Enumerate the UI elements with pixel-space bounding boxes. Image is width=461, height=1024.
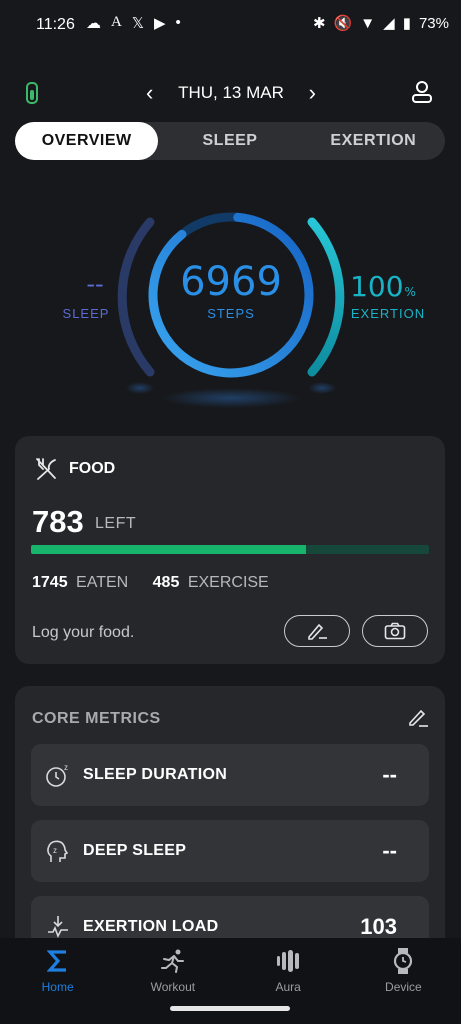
food-card[interactable]: FOOD 783 LEFT 1745 EATEN 485 EXERCISE Lo… [15,436,445,664]
exertion-value: 100% [350,270,416,303]
camera-icon [384,622,406,640]
exercise-label: EXERCISE [187,574,269,591]
nav-home[interactable]: Home [0,938,115,1024]
edit-icon[interactable] [407,706,429,728]
metric-label: DEEP SLEEP [83,842,187,859]
nav-label: Home [41,980,74,994]
manual-log-button[interactable] [284,615,350,647]
nav-workout[interactable]: Workout [115,938,230,1024]
workout-icon [160,949,184,973]
sleep-clock-icon: z [46,763,68,787]
food-cutlery-icon [36,458,56,480]
system-icons: ✱ 🔇 ▼ ◢ ▮ 73% [313,14,449,33]
exertion-unit: % [405,285,416,299]
sigma-icon [46,950,66,972]
exertion-arc [307,217,345,377]
food-progress-fill [31,545,306,554]
battery-icon: ▮ [402,15,411,32]
food-stats: 1745 EATEN 485 EXERCISE [32,574,269,592]
status-time: 11:26 [36,16,75,33]
tab-bar: OVERVIEW SLEEP EXERTION [15,122,445,160]
photo-log-button[interactable] [362,615,428,647]
steps-value: 6969 [180,259,282,305]
aura-icon [277,950,300,972]
chevron-right-icon[interactable]: › [309,80,316,106]
food-title: FOOD [69,460,116,477]
ring-glow-right [308,382,336,394]
sleep-label: SLEEP [63,306,110,321]
food-left-value: 783 [32,504,84,539]
a-icon: A [111,14,122,30]
header: ‹ THU, 13 MAR › [0,76,461,112]
nav-label: Device [385,980,422,994]
battery-percent: 73% [418,14,449,32]
core-metrics-title: CORE METRICS [32,710,161,727]
pencil-log-icon [308,623,327,640]
dot-icon: • [175,14,181,31]
metric-deep-sleep[interactable]: z DEEP SLEEP -- [31,820,429,882]
bottom-nav: Home Workout Aura Device [0,938,461,1024]
eaten-label: EATEN [76,574,129,591]
nav-aura[interactable]: Aura [231,938,346,1024]
nav-device[interactable]: Device [346,938,461,1024]
metric-label: EXERTION LOAD [83,918,219,935]
gesture-home-bar[interactable] [170,1006,290,1011]
food-prompt: Log your food. [32,624,135,641]
tab-exertion[interactable]: EXERTION [302,122,445,160]
metric-label: SLEEP DURATION [83,766,228,783]
bluetooth-icon: ✱ [313,15,326,32]
eaten-value: 1745 [32,574,68,591]
device-battery-icon[interactable] [26,82,38,104]
x-icon: 𝕏 [131,15,144,32]
exercise-value: 485 [152,574,180,591]
tab-sleep[interactable]: SLEEP [158,122,301,160]
exertion-load-icon [48,916,68,938]
metric-value: -- [382,838,397,863]
nav-label: Workout [150,980,196,994]
notification-icons: ☁ A 𝕏 ▶ • [86,14,181,32]
cloud-icon: ☁ [86,15,101,32]
deep-sleep-icon: z [47,840,69,862]
steps-label: STEPS [207,306,255,321]
youtube-icon: ▶ [153,15,166,32]
sleep-value: -- [86,270,103,298]
metric-value: 103 [360,914,397,939]
overview-rings[interactable]: 6969 STEPS -- SLEEP 100% EXERTION [0,200,461,420]
watch-icon [394,948,413,974]
status-bar: 11:26 ☁ A 𝕏 ▶ • ✱ 🔇 ▼ ◢ ▮ 73% [0,0,461,50]
date-label[interactable]: THU, 13 MAR [178,83,284,103]
metric-sleep-duration[interactable]: z SLEEP DURATION -- [31,744,429,806]
date-navigator: ‹ THU, 13 MAR › [146,80,316,106]
exertion-number: 100 [350,270,403,303]
svg-text:z: z [64,763,68,772]
chevron-left-icon[interactable]: ‹ [146,80,153,106]
sleep-arc [117,217,155,377]
metric-value: -- [382,762,397,787]
profile-icon[interactable] [411,80,433,104]
svg-text:z: z [53,846,57,855]
food-progress-bar [31,545,429,554]
ring-glow [161,388,301,408]
mute-icon: 🔇 [333,15,353,32]
food-left-label: LEFT [95,515,137,532]
exertion-label: EXERTION [351,306,425,321]
wifi-icon: ▼ [360,14,376,32]
nav-label: Aura [275,980,301,994]
tab-overview[interactable]: OVERVIEW [15,122,159,160]
signal-icon: ◢ [383,15,395,32]
ring-glow-left [126,382,154,394]
